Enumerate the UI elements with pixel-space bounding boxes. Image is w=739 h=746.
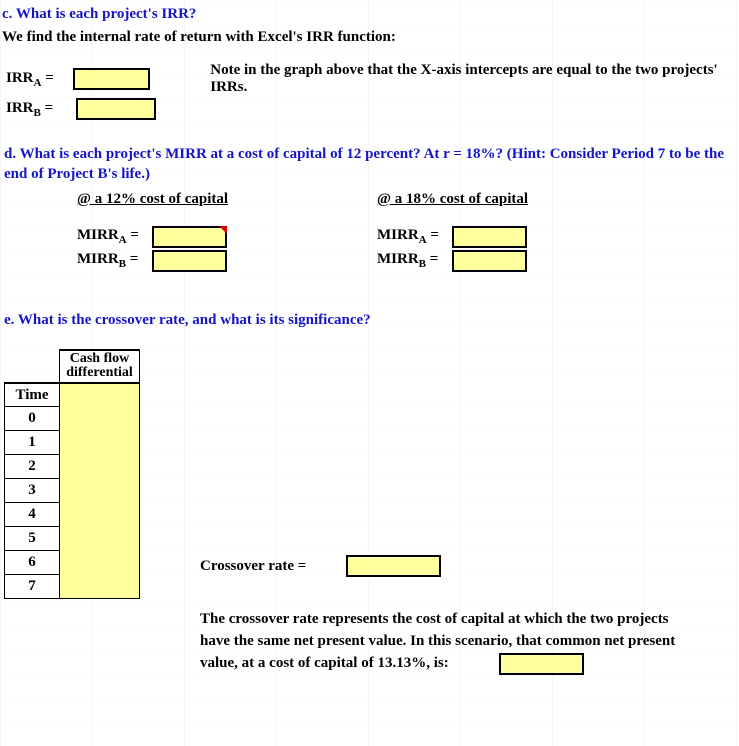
- cf-5[interactable]: [60, 527, 140, 551]
- th-cash: Cash flow differential: [62, 352, 137, 381]
- cf-1[interactable]: [60, 431, 140, 455]
- row-7: 7: [5, 575, 60, 599]
- section-c-subtitle: We find the internal rate of return with…: [2, 29, 737, 46]
- irr-b-input[interactable]: [76, 98, 156, 120]
- mirr-a-18-input[interactable]: [452, 226, 527, 248]
- crossover-label: Crossover rate =: [200, 558, 306, 575]
- mirr-b-12-label: MIRRB =: [77, 251, 152, 270]
- section-e-title: e. What is the crossover rate, and what …: [4, 312, 737, 329]
- row-4: 4: [5, 503, 60, 527]
- row-2: 2: [5, 455, 60, 479]
- crossover-explain: The crossover rate represents the cost o…: [200, 609, 720, 675]
- section-c-title: c. What is each project's IRR?: [2, 6, 737, 23]
- mirr-b-12-input[interactable]: [152, 250, 227, 272]
- mirr-col2-head: @ a 18% cost of capital: [377, 191, 587, 208]
- cf-7[interactable]: [60, 575, 140, 599]
- cashflow-table: Cash flow differential Time 0 1 2 3 4 5 …: [4, 349, 140, 600]
- mirr-a-12-label: MIRRA =: [77, 227, 152, 246]
- common-npv-input[interactable]: [499, 653, 584, 675]
- cf-6[interactable]: [60, 551, 140, 575]
- irr-a-label: IRRA =: [6, 70, 73, 89]
- irr-note: Note in the graph above that the X-axis …: [210, 62, 737, 96]
- irr-a-input[interactable]: [73, 68, 150, 90]
- mirr-b-18-label: MIRRB =: [377, 251, 452, 270]
- cf-0[interactable]: [60, 407, 140, 431]
- cf-3[interactable]: [60, 479, 140, 503]
- irr-b-label: IRRB =: [6, 100, 76, 119]
- cf-2[interactable]: [60, 455, 140, 479]
- section-d-title: d. What is each project's MIRR at a cost…: [4, 144, 737, 185]
- row-5: 5: [5, 527, 60, 551]
- row-3: 3: [5, 479, 60, 503]
- crossover-rate-input[interactable]: [346, 555, 441, 577]
- row-6: 6: [5, 551, 60, 575]
- mirr-b-18-input[interactable]: [452, 250, 527, 272]
- cf-4[interactable]: [60, 503, 140, 527]
- mirr-a-12-input[interactable]: [152, 226, 227, 248]
- mirr-a-18-label: MIRRA =: [377, 227, 452, 246]
- mirr-col1-head: @ a 12% cost of capital: [77, 191, 287, 208]
- th-time: Time: [5, 383, 60, 407]
- row-1: 1: [5, 431, 60, 455]
- row-0: 0: [5, 407, 60, 431]
